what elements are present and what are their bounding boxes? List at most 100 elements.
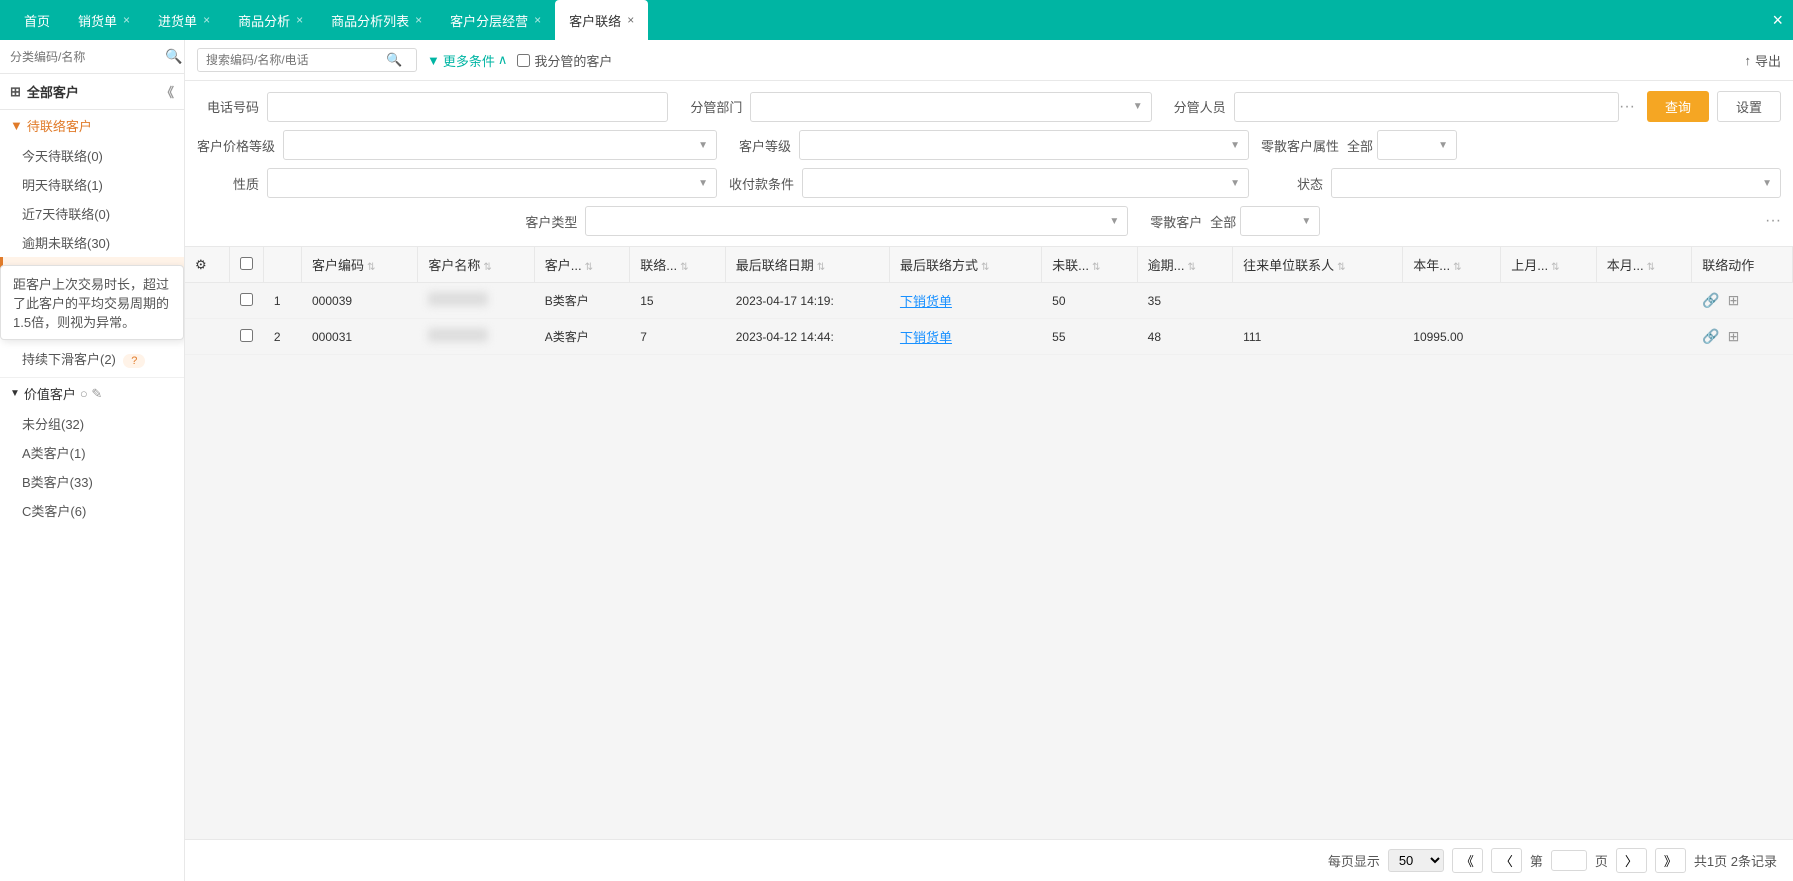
left-sidebar: 🔍 ⊞ 全部客户 《 ▼ 待联络客户 今天待联络(0) 明天待联络(1) 近7天… — [0, 40, 185, 881]
per-page-select[interactable]: 50 20 100 — [1388, 849, 1444, 872]
code-sort-icon: ⇅ — [367, 262, 375, 273]
filter-nature-select[interactable]: ▼ — [267, 168, 717, 198]
row2-grid-action-icon[interactable]: ⊞ — [1728, 328, 1740, 345]
search-wrap: 🔍 — [197, 48, 417, 72]
sidebar-item-today-contact[interactable]: 今天待联络(0) — [0, 141, 184, 170]
filter-payment-select[interactable]: ▼ — [802, 168, 1249, 198]
nav-item-sales[interactable]: 销货单 × — [64, 0, 144, 40]
filter-price-tier-field: 客户价格等级 ▼ — [197, 130, 717, 160]
col-this-month[interactable]: 本月...⇅ — [1596, 247, 1691, 283]
row1-code: 000039 — [302, 283, 418, 319]
row1-overdue: 35 — [1137, 283, 1232, 319]
col-last-method[interactable]: 最后联络方式⇅ — [889, 247, 1041, 283]
sidebar-item-ungrouped[interactable]: 未分组(32) — [0, 409, 184, 438]
select-all-checkbox[interactable] — [240, 257, 253, 270]
sidebar-item-class-c[interactable]: C类客户(6) — [0, 496, 184, 525]
row1-last-method-link[interactable]: 下销货单 — [900, 294, 952, 309]
nav-item-product-analysis[interactable]: 商品分析 × — [224, 0, 317, 40]
sidebar-item-tomorrow-contact[interactable]: 明天待联络(1) — [0, 170, 184, 199]
col-settings[interactable]: ⚙ — [185, 247, 229, 283]
table-settings-icon[interactable]: ⚙ — [195, 257, 207, 272]
sidebar-search-icon[interactable]: 🔍 — [165, 48, 182, 65]
nav-item-product-list[interactable]: 商品分析列表 × — [317, 0, 436, 40]
declining-help-badge[interactable]: ? — [123, 354, 145, 368]
first-page-button[interactable]: 《 — [1452, 848, 1483, 873]
search-input[interactable] — [206, 53, 386, 67]
filter-manager-select[interactable] — [1234, 92, 1619, 122]
settings-button[interactable]: 设置 — [1717, 91, 1781, 122]
col-overdue[interactable]: 逾期...⇅ — [1137, 247, 1232, 283]
col-last-month[interactable]: 上月...⇅ — [1501, 247, 1596, 283]
value-group-edit-icon[interactable]: ○ ✎ — [80, 386, 102, 402]
close-purchase-icon[interactable]: × — [203, 13, 210, 27]
nav-item-purchase[interactable]: 进货单 × — [144, 0, 224, 40]
row2-select-checkbox[interactable] — [240, 329, 253, 342]
more-filters-button[interactable]: ··· — [1765, 212, 1781, 230]
next-page-button[interactable]: 〉 — [1616, 848, 1647, 873]
sidebar-item-class-a[interactable]: A类客户(1) — [0, 438, 184, 467]
filter-phone-input[interactable] — [267, 92, 668, 122]
filter-status-select[interactable]: ▼ — [1331, 168, 1781, 198]
nav-item-home[interactable]: 首页 — [10, 0, 64, 40]
row2-checkbox — [229, 319, 263, 355]
sidebar-item-7days-contact[interactable]: 近7天待联络(0) — [0, 199, 184, 228]
my-customers-checkbox[interactable]: 我分管的客户 — [517, 51, 612, 70]
row1-no-contact: 50 — [1042, 283, 1137, 319]
col-name[interactable]: 客户名称⇅ — [418, 247, 534, 283]
filter-retail-attr-select[interactable]: ▼ — [1377, 130, 1457, 160]
col-customer-type[interactable]: 客户...⇅ — [534, 247, 629, 283]
close-sales-icon[interactable]: × — [123, 13, 130, 27]
row1-this-year — [1403, 283, 1501, 319]
filter-phone-field: 电话号码 — [197, 92, 668, 122]
row2-link-action-icon[interactable]: 🔗 — [1702, 328, 1719, 345]
sidebar-value-customers-header[interactable]: ▼ 价值客户 ○ ✎ — [0, 377, 184, 409]
close-product-list-icon[interactable]: × — [415, 13, 422, 27]
sidebar-search-input[interactable] — [10, 50, 165, 64]
manager-more-icon[interactable]: ··· — [1619, 98, 1635, 116]
filter-manager-label: 分管人员 — [1164, 97, 1234, 116]
col-unit-contact[interactable]: 往来单位联系人⇅ — [1233, 247, 1403, 283]
row2-last-method[interactable]: 下销货单 — [889, 319, 1041, 355]
col-last-date[interactable]: 最后联络日期⇅ — [725, 247, 889, 283]
export-button[interactable]: ↑ 导出 — [1744, 51, 1781, 70]
col-code[interactable]: 客户编码⇅ — [302, 247, 418, 283]
col-contact-count[interactable]: 联络...⇅ — [630, 247, 725, 283]
query-button[interactable]: 查询 — [1647, 91, 1709, 122]
col-no-contact[interactable]: 未联...⇅ — [1042, 247, 1137, 283]
row2-last-method-link[interactable]: 下销货单 — [900, 330, 952, 345]
close-customer-tier-icon[interactable]: × — [534, 13, 541, 27]
sidebar-item-class-b[interactable]: B类客户(33) — [0, 467, 184, 496]
more-conditions-button[interactable]: ▼ 更多条件 ∧ — [427, 51, 507, 70]
nav-item-customer-tier[interactable]: 客户分层经营 × — [436, 0, 555, 40]
row1-select-checkbox[interactable] — [240, 293, 253, 306]
row1-grid-action-icon[interactable]: ⊞ — [1728, 292, 1740, 309]
table-header-row: ⚙ 客户编码⇅ 客户名称⇅ 客户...⇅ — [185, 247, 1793, 283]
col-action: 联络动作 — [1692, 247, 1793, 283]
close-customer-contact-icon[interactable]: × — [627, 13, 634, 27]
close-all-tabs-button[interactable]: × — [1772, 10, 1783, 31]
my-customers-check[interactable] — [517, 54, 530, 67]
filter-price-tier-select[interactable]: ▼ — [283, 130, 717, 160]
page-input[interactable]: 1 — [1551, 850, 1587, 871]
search-button[interactable]: 🔍 — [386, 52, 402, 68]
sidebar-item-declining[interactable]: 持续下滑客户(2) ? — [0, 344, 184, 373]
no-contact-sort-icon: ⇅ — [1092, 262, 1100, 273]
filter-customer-tier-select[interactable]: ▼ — [799, 130, 1249, 160]
prev-page-button[interactable]: 〈 — [1491, 848, 1522, 873]
sidebar-item-overdue-contact[interactable]: 逾期未联络(30) — [0, 228, 184, 257]
sidebar-collapse-button[interactable]: 《 — [161, 82, 174, 101]
filter-retail-customer-select[interactable]: ▼ — [1240, 206, 1320, 236]
nav-item-customer-contact[interactable]: 客户联络 × — [555, 0, 648, 40]
filter-dept-select[interactable]: ▼ — [750, 92, 1151, 122]
row1-last-method[interactable]: 下销货单 — [889, 283, 1041, 319]
last-page-button[interactable]: 》 — [1655, 848, 1686, 873]
filter-status-label: 状态 — [1261, 174, 1331, 193]
sidebar-group-pending-contact[interactable]: ▼ 待联络客户 — [0, 110, 184, 141]
filter-customer-type-label: 客户类型 — [515, 212, 585, 231]
filter-customer-type-select[interactable]: ▼ — [585, 206, 1128, 236]
row2-no-contact: 55 — [1042, 319, 1137, 355]
row2-customer-type: A类客户 — [534, 319, 629, 355]
row1-link-action-icon[interactable]: 🔗 — [1702, 292, 1719, 309]
close-product-analysis-icon[interactable]: × — [296, 13, 303, 27]
col-this-year[interactable]: 本年...⇅ — [1403, 247, 1501, 283]
